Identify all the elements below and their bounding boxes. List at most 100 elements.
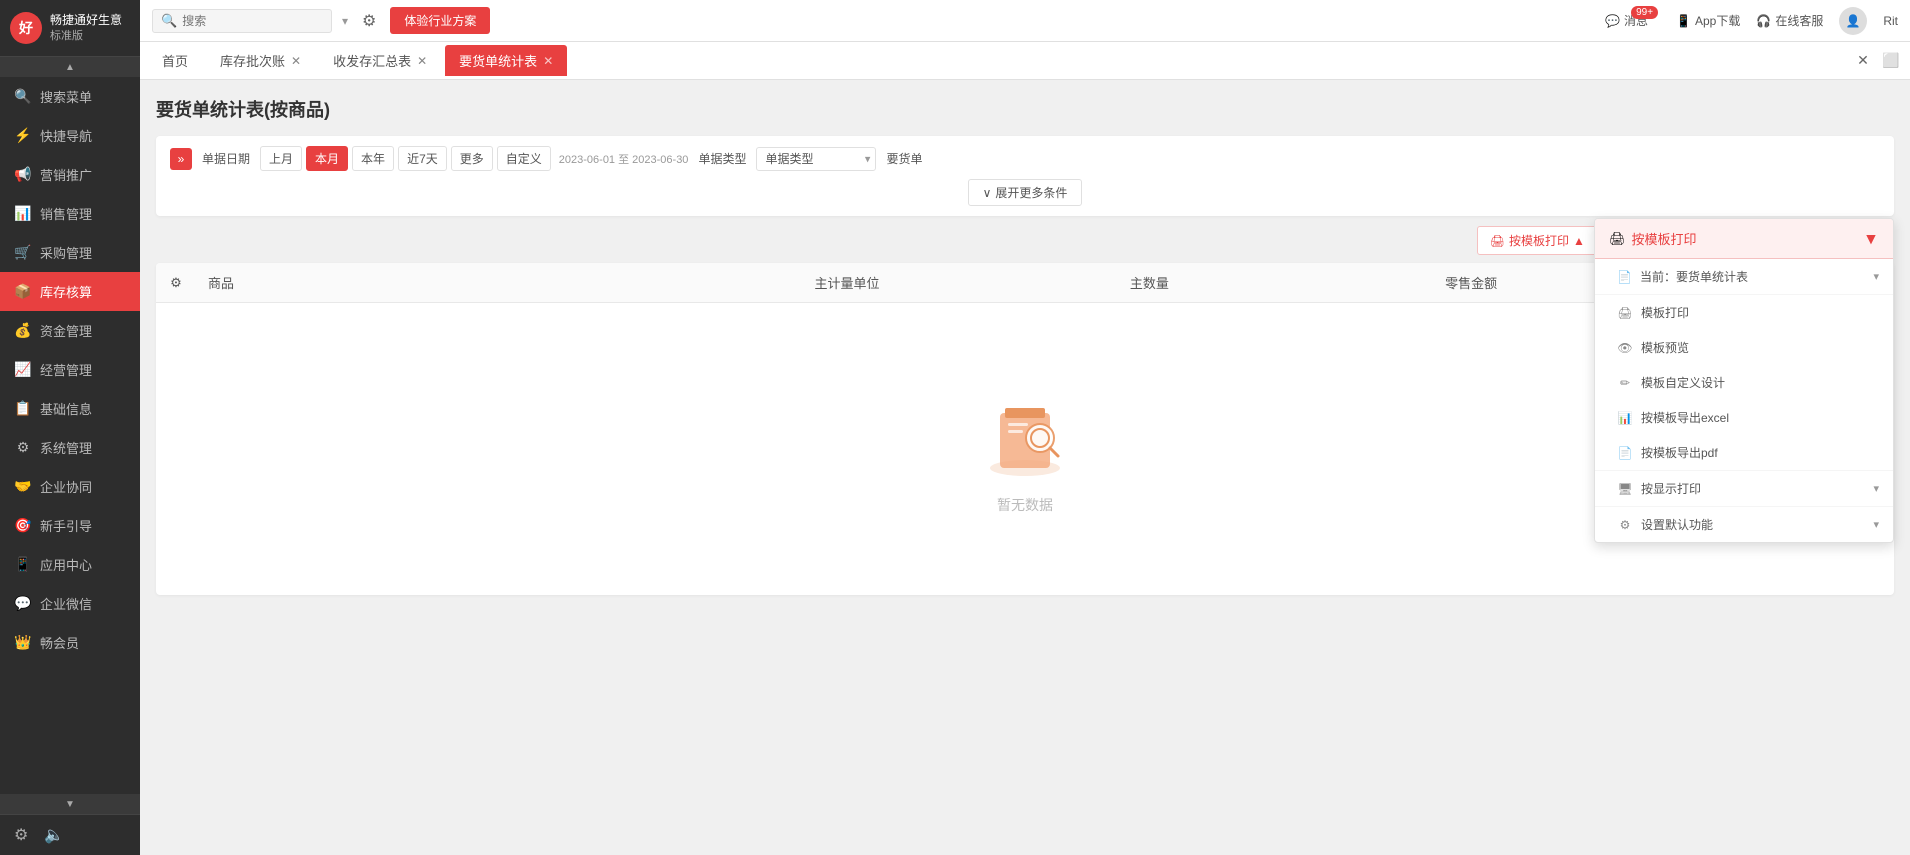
sidebar-item-label: 快捷导航	[40, 126, 92, 145]
sidebar-nav: 🔍 搜索菜单 ⚡ 快捷导航 📢 营销推广 📊 销售管理 🛒 采购管理 📦 库存核…	[0, 77, 140, 794]
display-print-arrow: ▾	[1873, 482, 1879, 495]
sidebar-item-label: 基础信息	[40, 399, 92, 418]
sidebar-item-member[interactable]: 👑 畅会员	[0, 623, 140, 662]
tab-batch-account[interactable]: 库存批次账 ✕	[206, 45, 315, 76]
tab-receipt-summary[interactable]: 收发存汇总表 ✕	[319, 45, 441, 76]
tab-close-icon[interactable]: ✕	[417, 54, 427, 68]
search-icon: 🔍	[161, 13, 177, 29]
date-btn-custom[interactable]: 自定义	[497, 146, 551, 171]
dropdown-section-set-default[interactable]: ⚙ 设置默认功能 ▾	[1595, 506, 1893, 542]
messages-btn[interactable]: 💬 消息 99+	[1605, 12, 1648, 29]
sidebar-item-app-center[interactable]: 📱 应用中心	[0, 545, 140, 584]
sidebar-item-marketing[interactable]: 📢 营销推广	[0, 155, 140, 194]
dropdown-item-template-custom[interactable]: ✏ 模板自定义设计	[1595, 365, 1893, 400]
dropdown-section-display-print[interactable]: 🖥 按显示打印 ▾	[1595, 470, 1893, 506]
template-preview-label: 模板预览	[1641, 339, 1689, 356]
sidebar-item-label: 销售管理	[40, 204, 92, 223]
tab-order-stats[interactable]: 要货单统计表 ✕	[445, 45, 567, 76]
marketing-icon: 📢	[14, 166, 32, 183]
tab-home[interactable]: 首页	[148, 45, 202, 76]
filter-expand-btn[interactable]: »	[170, 148, 192, 170]
date-btn-current-year[interactable]: 本年	[352, 146, 394, 171]
dropdown-current-template[interactable]: 📄 当前：要货单统计表 ▾	[1595, 259, 1893, 295]
search-input[interactable]	[182, 14, 302, 28]
wechat-icon: 💬	[14, 595, 32, 612]
date-btn-last-7-days[interactable]: 近7天	[398, 146, 447, 171]
date-btn-more[interactable]: 更多	[451, 146, 493, 171]
sidebar-item-quick-nav[interactable]: ⚡ 快捷导航	[0, 116, 140, 155]
sidebar-item-inventory[interactable]: 📦 库存核算	[0, 272, 140, 311]
tabs-bar: 首页 库存批次账 ✕ 收发存汇总表 ✕ 要货单统计表 ✕ ✕ ⬜	[140, 42, 1910, 80]
sidebar-item-label: 库存核算	[40, 282, 92, 301]
expand-more-icon: ∨	[983, 186, 992, 200]
filter-bar: » 单据日期 上月 本月 本年 近7天 更多 自定义 2023-06-01 至 …	[156, 136, 1894, 216]
cooperation-icon: 🤝	[14, 478, 32, 495]
audio-footer-icon[interactable]: 🔈	[44, 825, 64, 845]
tab-close-icon[interactable]: ✕	[291, 54, 301, 68]
date-options: 上月 本月 本年 近7天 更多 自定义 2023-06-01 至 2023-06…	[260, 146, 688, 171]
user-name-btn[interactable]: Rit	[1883, 14, 1898, 28]
window-close-btn[interactable]: ✕	[1852, 50, 1874, 72]
sidebar-item-system[interactable]: ⚙ 系统管理	[0, 428, 140, 467]
order-type-select[interactable]: 单据类型	[756, 147, 876, 171]
dropdown-item-export-excel[interactable]: 📊 按模板导出excel	[1595, 400, 1893, 435]
sidebar-scroll-down[interactable]: ▼	[0, 794, 140, 814]
sidebar-item-search[interactable]: 🔍 搜索菜单	[0, 77, 140, 116]
sidebar-item-label: 应用中心	[40, 555, 92, 574]
order-type-label: 单据类型	[698, 150, 746, 167]
sidebar-item-purchase[interactable]: 🛒 采购管理	[0, 233, 140, 272]
sidebar-item-label: 营销推广	[40, 165, 92, 184]
th-unit: 主计量单位	[803, 263, 1118, 302]
sidebar-item-cooperation[interactable]: 🤝 企业协同	[0, 467, 140, 506]
topbar-search-box[interactable]: 🔍	[152, 9, 332, 33]
user-avatar-btn[interactable]: 👤	[1839, 7, 1867, 35]
display-print-icon: 🖥	[1617, 482, 1633, 496]
print-template-btn[interactable]: 🖨 按模板打印 ▲	[1477, 226, 1598, 255]
sidebar-item-operations[interactable]: 📈 经营管理	[0, 350, 140, 389]
chevron-up-icon: ▲	[1573, 234, 1585, 248]
sidebar-item-guide[interactable]: 🎯 新手引导	[0, 506, 140, 545]
trial-btn[interactable]: 体验行业方案	[390, 7, 490, 34]
sidebar-item-label: 经营管理	[40, 360, 92, 379]
filter-row-1: » 单据日期 上月 本月 本年 近7天 更多 自定义 2023-06-01 至 …	[170, 146, 1880, 171]
topbar-right: 💬 消息 99+ 📱 App下载 🎧 在线客服 👤 Rit	[1605, 7, 1898, 35]
window-buttons: ✕ ⬜	[1852, 50, 1902, 72]
filter-row-2: ∨ 展开更多条件	[170, 179, 1880, 206]
expand-more-btn[interactable]: ∨ 展开更多条件	[968, 179, 1083, 206]
empty-text: 暂无数据	[997, 495, 1053, 515]
app-download-btn[interactable]: 📱 App下载	[1676, 12, 1740, 29]
user-name: Rit	[1883, 14, 1898, 28]
topbar-gear-icon[interactable]: ⚙	[362, 11, 376, 31]
sidebar-item-label: 搜索菜单	[40, 87, 92, 106]
dropdown-close-btn[interactable]: ▲	[1863, 230, 1879, 248]
topbar-dropdown-arrow[interactable]: ▾	[342, 14, 348, 28]
template-print-label: 模板打印	[1641, 304, 1689, 321]
current-template-arrow: ▾	[1873, 270, 1879, 283]
set-default-label: 设置默认功能	[1641, 516, 1713, 533]
sidebar-item-wechat[interactable]: 💬 企业微信	[0, 584, 140, 623]
tab-close-icon[interactable]: ✕	[543, 54, 553, 68]
sidebar-item-sales[interactable]: 📊 销售管理	[0, 194, 140, 233]
sidebar-item-label: 企业协同	[40, 477, 92, 496]
dropdown-item-template-print[interactable]: 🖨 模板打印	[1595, 295, 1893, 330]
sidebar-scroll-up[interactable]: ▲	[0, 57, 140, 77]
operations-icon: 📈	[14, 361, 32, 378]
sidebar-item-basic-info[interactable]: 📋 基础信息	[0, 389, 140, 428]
date-btn-prev-month[interactable]: 上月	[260, 146, 302, 171]
dropdown-item-template-preview[interactable]: 👁 模板预览	[1595, 330, 1893, 365]
sidebar-item-finance[interactable]: 💰 资金管理	[0, 311, 140, 350]
print-icon: 🖨	[1490, 234, 1505, 248]
main-content: 🔍 ▾ ⚙ 体验行业方案 💬 消息 99+ 📱 App下载 🎧 在线客服 👤	[140, 0, 1910, 855]
sales-icon: 📊	[14, 205, 32, 222]
settings-footer-icon[interactable]: ⚙	[14, 825, 28, 845]
online-service-btn[interactable]: 🎧 在线客服	[1756, 12, 1823, 29]
set-default-arrow: ▾	[1873, 518, 1879, 531]
dropdown-item-export-pdf[interactable]: 📄 按模板导出pdf	[1595, 435, 1893, 470]
date-btn-current-month[interactable]: 本月	[306, 146, 348, 171]
sidebar-item-label: 畅会员	[40, 633, 79, 652]
dropdown-header: 🖨 按模板打印 ▲	[1595, 219, 1893, 259]
date-label: 单据日期	[202, 150, 250, 167]
export-pdf-icon: 📄	[1617, 446, 1633, 460]
window-maximize-btn[interactable]: ⬜	[1880, 50, 1902, 72]
settings-icon[interactable]: ⚙	[170, 275, 182, 290]
